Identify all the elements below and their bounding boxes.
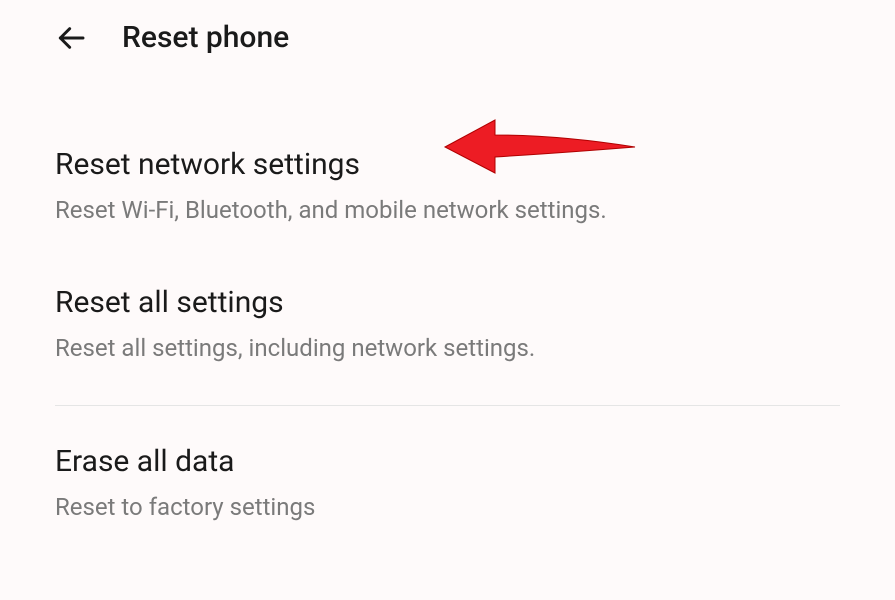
setting-description: Reset to factory settings [55,493,840,522]
reset-all-settings-item[interactable]: Reset all settings Reset all settings, i… [55,255,840,393]
setting-title: Reset all settings [55,285,840,320]
reset-network-settings-item[interactable]: Reset network settings Reset Wi-Fi, Blue… [55,75,840,255]
setting-title: Erase all data [55,444,840,479]
page-title: Reset phone [122,20,289,55]
setting-title: Reset network settings [55,147,840,182]
setting-description: Reset all settings, including network se… [55,334,840,363]
back-arrow-icon[interactable] [55,22,87,54]
header: Reset phone [0,0,895,75]
setting-description: Reset Wi-Fi, Bluetooth, and mobile netwo… [55,196,840,225]
divider [55,405,840,406]
settings-list: Reset network settings Reset Wi-Fi, Blue… [0,75,895,551]
erase-all-data-item[interactable]: Erase all data Reset to factory settings [55,434,840,552]
